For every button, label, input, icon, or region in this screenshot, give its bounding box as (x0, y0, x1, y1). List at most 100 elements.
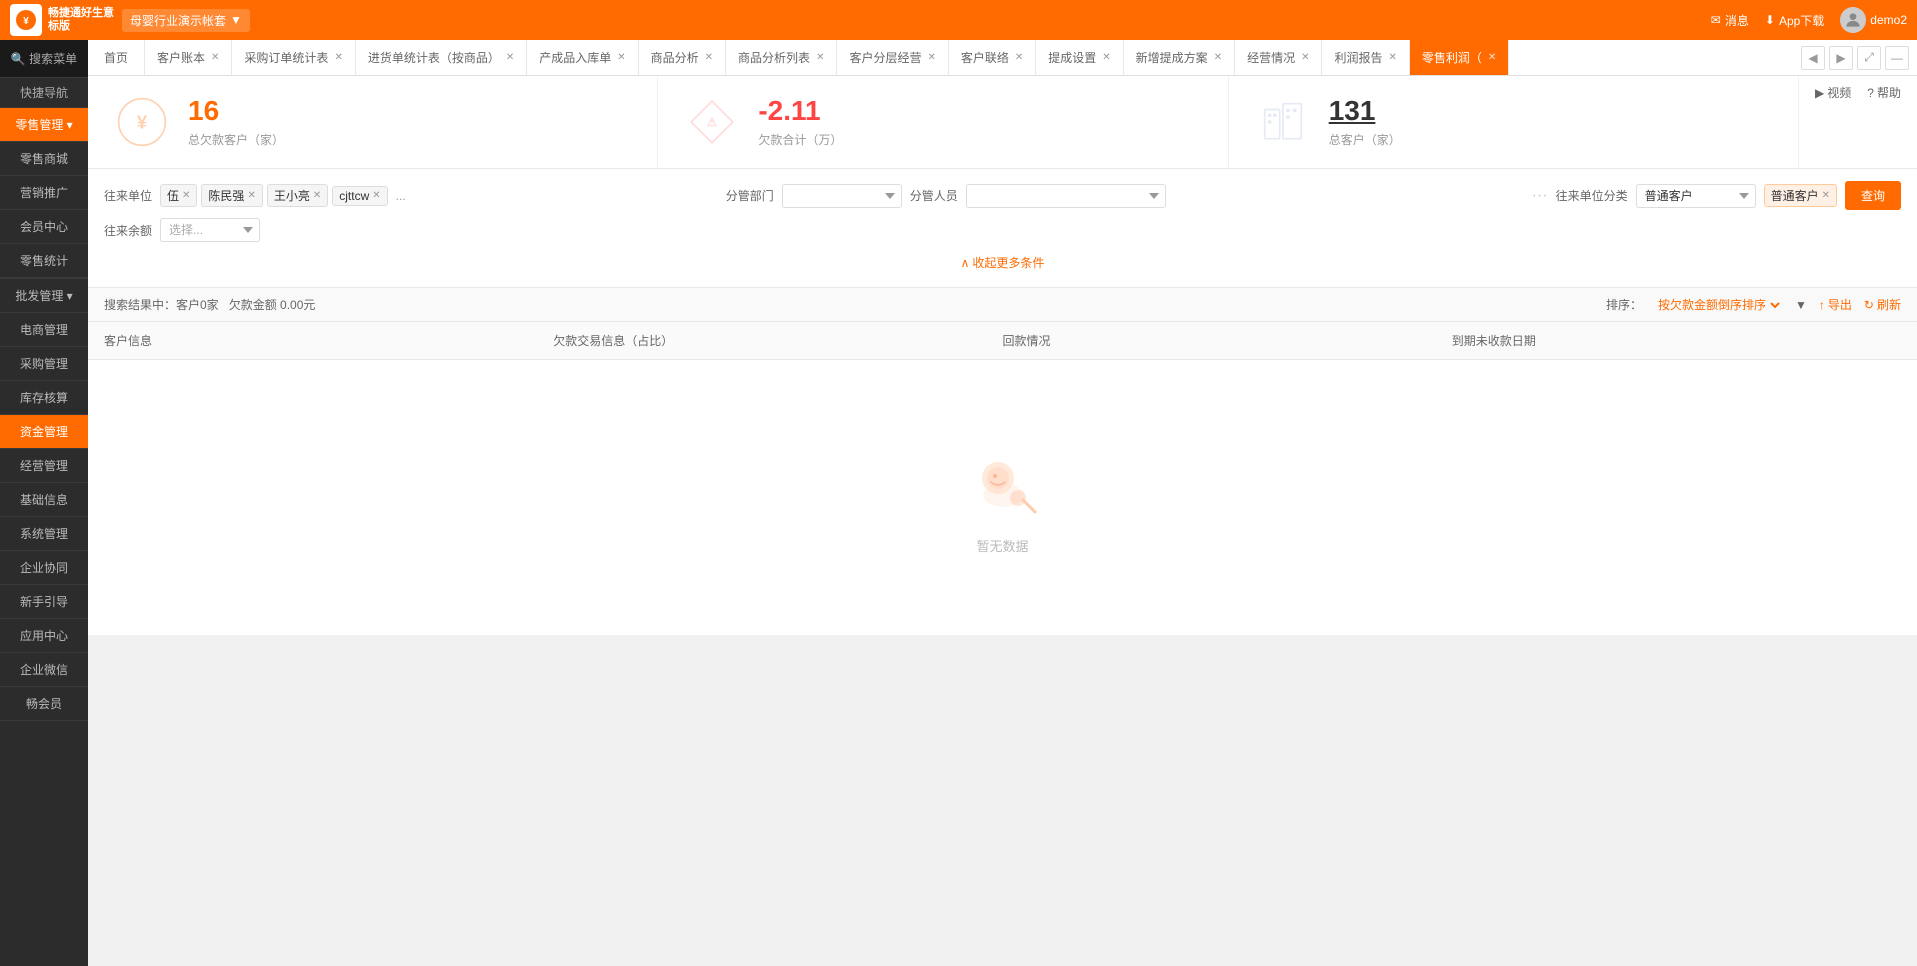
tab-ops-status[interactable]: 经营情况 ✕ (1235, 40, 1322, 76)
tab-close-customer-book[interactable]: ✕ (211, 52, 219, 63)
tab-close-purchase-order-stats[interactable]: ✕ (334, 52, 342, 63)
sort-dropdown-icon: ▼ (1795, 298, 1807, 312)
tab-close-product-analysis-list[interactable]: ✕ (816, 52, 824, 63)
top-bar-left: ¥ 畅捷通好生意 标版 母婴行业演示帐套 ▼ (10, 4, 250, 36)
total-debt-customers-number: 16 (188, 96, 284, 127)
account-dropdown[interactable]: 母婴行业演示帐套 ▼ (122, 9, 250, 32)
search-icon: 🔍 (11, 52, 26, 66)
filter-area: 往来单位 伍 ✕ 陈民强 ✕ 王小亮 ✕ (88, 169, 1917, 288)
sidebar-search[interactable]: 🔍 搜索菜单 (0, 40, 88, 78)
tab-customer-book[interactable]: 客户账本 ✕ (145, 40, 232, 76)
tab-close-product-analysis[interactable]: ✕ (705, 52, 713, 63)
filter-tag-wu[interactable]: 伍 ✕ (160, 184, 197, 207)
tab-close-new-plan[interactable]: ✕ (1214, 52, 1222, 63)
tab-close-customer-segment[interactable]: ✕ (927, 52, 935, 63)
tab-close-retail-profit[interactable]: ✕ (1488, 52, 1496, 63)
category-tag-normal[interactable]: 普通客户 ✕ (1764, 184, 1837, 207)
person-select[interactable] (966, 184, 1166, 208)
video-link[interactable]: ▶ 视频 (1815, 84, 1851, 101)
debt-icon: ⚠ (682, 92, 742, 152)
tab-purchase-order-stats[interactable]: 采购订单统计表 ✕ (232, 40, 355, 76)
empty-icon (963, 440, 1043, 520)
tab-product-analysis-list[interactable]: 商品分析列表 ✕ (726, 40, 837, 76)
sidebar-item-ops-mgmt[interactable]: 经营管理 (0, 449, 88, 483)
tab-scroll-left[interactable]: ◀ (1801, 46, 1825, 70)
sidebar-item-enterprise[interactable]: 企业协同 (0, 551, 88, 585)
tab-customer-contact[interactable]: 客户联络 ✕ (949, 40, 1036, 76)
tab-scroll-right[interactable]: ▶ (1829, 46, 1853, 70)
remove-tag-wu[interactable]: ✕ (182, 190, 190, 201)
filter-tag-chen[interactable]: 陈民强 ✕ (201, 184, 262, 207)
tab-close-product-warehousing[interactable]: ✕ (617, 52, 625, 63)
tab-expand[interactable]: ⤢ (1857, 46, 1881, 70)
tab-customer-segment[interactable]: 客户分层经营 ✕ (837, 40, 948, 76)
remove-tag-wang[interactable]: ✕ (313, 190, 321, 201)
tab-close-purchase-stats[interactable]: ✕ (506, 52, 514, 63)
svg-text:¥: ¥ (137, 112, 148, 133)
remove-category-normal[interactable]: ✕ (1822, 190, 1830, 201)
sidebar-item-marketing[interactable]: 营销推广 (0, 176, 88, 210)
tab-product-analysis[interactable]: 商品分析 ✕ (639, 40, 726, 76)
tab-home[interactable]: 首页 (88, 40, 145, 76)
query-button[interactable]: 查询 (1845, 181, 1901, 210)
message-icon: ✉ (1711, 13, 1721, 27)
sidebar-item-basic-info[interactable]: 基础信息 (0, 483, 88, 517)
sidebar-item-member[interactable]: 畅会员 (0, 687, 88, 721)
sidebar-item-ecommerce[interactable]: 电商管理 (0, 313, 88, 347)
filter-more-btn[interactable]: ... (392, 187, 410, 205)
sidebar-item-member-center[interactable]: 会员中心 (0, 210, 88, 244)
sidebar-item-batch-mgmt[interactable]: 批发管理 ▾ (0, 279, 88, 313)
dept-select[interactable] (782, 184, 902, 208)
sidebar-item-purchase[interactable]: 采购管理 (0, 347, 88, 381)
summary-help-links: ▶ 视频 ? 帮助 (1799, 76, 1917, 109)
sidebar-item-retail-mall[interactable]: 零售商城 (0, 142, 88, 176)
sidebar-item-app-center[interactable]: 应用中心 (0, 619, 88, 653)
person-select-wrapper (966, 184, 1524, 208)
filter-tag-wang[interactable]: 王小亮 ✕ (267, 184, 328, 207)
result-bar: 搜索结果中：客户0家 欠款金额 0.00元 排序： 按欠款金额倒序排序 ▼ ↑ … (88, 288, 1917, 322)
sidebar-item-inventory[interactable]: 库存核算 (0, 381, 88, 415)
refresh-icon: ↻ (1864, 298, 1874, 312)
filter-tag-cjttcw[interactable]: cjttcw ✕ (332, 186, 387, 206)
tab-product-warehousing[interactable]: 产成品入库单 ✕ (527, 40, 638, 76)
balance-filter-label: 往来余额 (104, 222, 152, 239)
customers-icon: ¥ (112, 92, 172, 152)
tab-close-customer-contact[interactable]: ✕ (1015, 52, 1023, 63)
person-more-btn[interactable]: ··· (1532, 187, 1548, 205)
logo-text: 畅捷通好生意 标版 (48, 7, 114, 33)
svg-text:¥: ¥ (23, 16, 29, 27)
tab-close-reminder-settings[interactable]: ✕ (1102, 52, 1110, 63)
logo-area: ¥ 畅捷通好生意 标版 (10, 4, 114, 36)
tab-minimize[interactable]: — (1885, 46, 1909, 70)
sidebar-item-retail-stats[interactable]: 零售统计 (0, 244, 88, 278)
sidebar-quick-nav[interactable]: 快捷导航 (0, 78, 88, 108)
sidebar-item-capital-mgmt[interactable]: 资金管理 (0, 415, 88, 449)
export-btn[interactable]: ↑ 导出 (1819, 296, 1852, 313)
collapse-btn[interactable]: ∧ 收起更多条件 (961, 254, 1045, 271)
sort-select[interactable]: 按欠款金额倒序排序 (1654, 297, 1783, 313)
remove-tag-chen[interactable]: ✕ (247, 190, 255, 201)
category-select[interactable]: 普通客户 (1636, 184, 1756, 208)
sidebar-item-enterprise-wechat[interactable]: 企业微信 (0, 653, 88, 687)
person-filter-label: 分管人员 (910, 187, 958, 204)
tab-retail-profit[interactable]: 零售利润（ ✕ (1410, 40, 1509, 76)
refresh-btn[interactable]: ↻ 刷新 (1864, 296, 1901, 313)
tab-close-ops-status[interactable]: ✕ (1301, 52, 1309, 63)
tab-reminder-settings[interactable]: 提成设置 ✕ (1036, 40, 1123, 76)
sidebar-item-new-guide[interactable]: 新手引导 (0, 585, 88, 619)
sidebar-item-system-mgmt[interactable]: 系统管理 (0, 517, 88, 551)
download-icon: ⬇ (1765, 13, 1775, 27)
user-profile[interactable]: demo2 (1840, 7, 1907, 33)
balance-select[interactable]: 选择... (160, 218, 260, 242)
sidebar-item-retail-mgmt[interactable]: 零售管理 ▾ (0, 108, 88, 142)
tab-new-plan[interactable]: 新增提成方案 ✕ (1124, 40, 1235, 76)
message-link[interactable]: ✉ 消息 (1711, 12, 1749, 29)
tab-close-profit-report[interactable]: ✕ (1389, 52, 1397, 63)
help-link[interactable]: ? 帮助 (1867, 84, 1901, 101)
col-header-repayment: 回款情况 (1003, 332, 1452, 349)
remove-tag-cjttcw[interactable]: ✕ (372, 190, 380, 201)
sidebar: 🔍 搜索菜单 快捷导航 零售管理 ▾ 零售商城 营销推广 会员中心 零售统计 批… (0, 40, 88, 966)
tab-profit-report[interactable]: 利润报告 ✕ (1322, 40, 1409, 76)
tab-purchase-stats[interactable]: 进货单统计表（按商品） ✕ (356, 40, 527, 76)
app-download-link[interactable]: ⬇ App下载 (1765, 12, 1824, 29)
